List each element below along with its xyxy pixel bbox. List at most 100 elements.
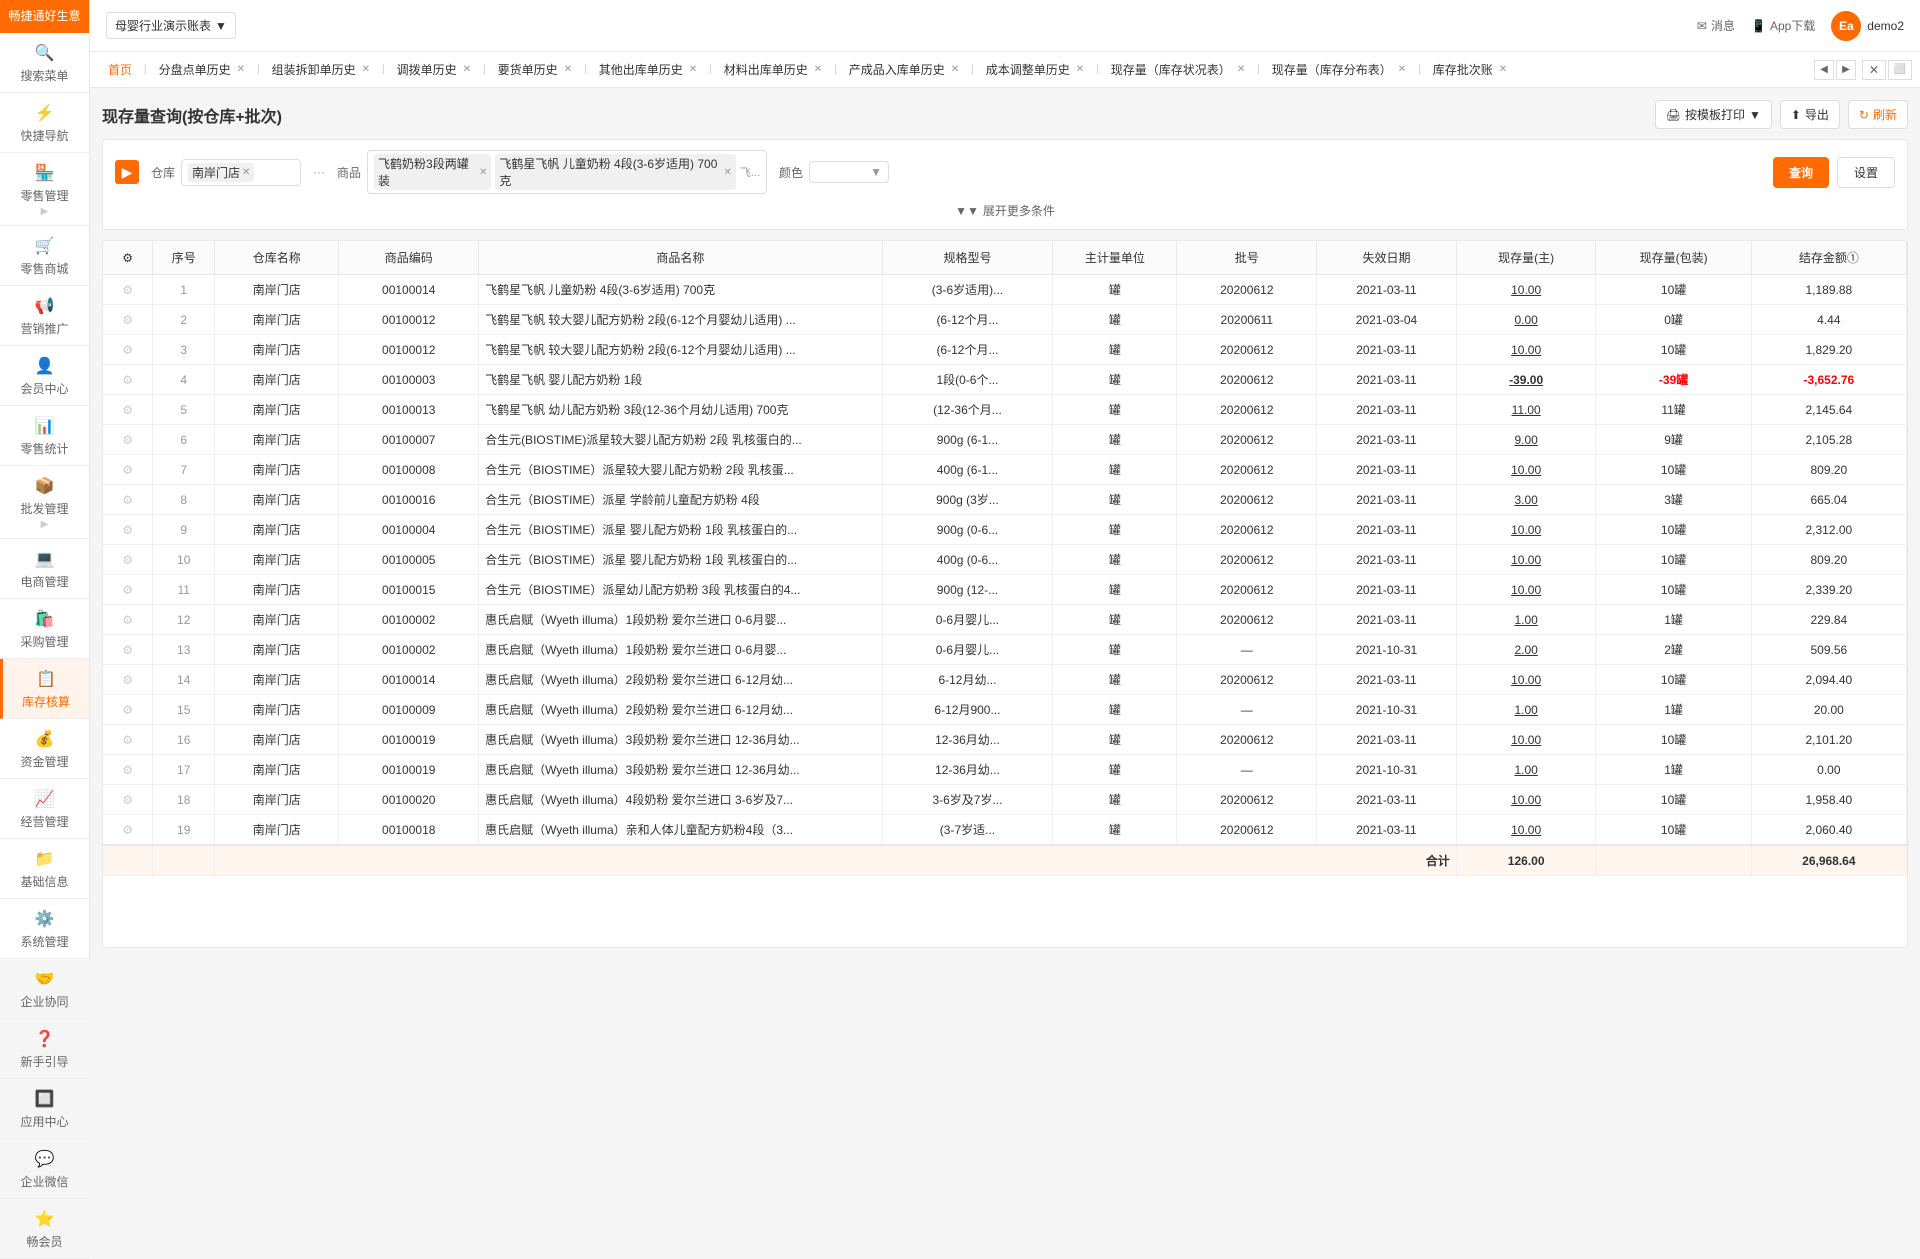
- tab-close-cheng_ben[interactable]: ✕: [1076, 64, 1084, 75]
- row-settings-icon[interactable]: ⚙: [103, 605, 153, 635]
- tab-chan_pin[interactable]: 产成品入库单历史✕: [839, 57, 969, 82]
- row-settings-icon[interactable]: ⚙: [103, 395, 153, 425]
- query-button[interactable]: 查询: [1773, 157, 1829, 188]
- row-qty-main[interactable]: 0.00: [1456, 305, 1596, 335]
- row-settings-icon[interactable]: ⚙: [103, 695, 153, 725]
- row-settings-icon[interactable]: ⚙: [103, 515, 153, 545]
- tab-fen_pan[interactable]: 分盘点单历史✕: [149, 57, 255, 82]
- row-qty-main[interactable]: 10.00: [1456, 455, 1596, 485]
- tab-close-tiao_bo[interactable]: ✕: [463, 64, 471, 75]
- sidebar-item-purchase[interactable]: 🛍️ 采购管理: [0, 599, 89, 659]
- sidebar-item-coop[interactable]: 🤝 企业协同: [0, 959, 89, 1019]
- tab-maximize[interactable]: ⬜: [1888, 60, 1912, 80]
- row-settings-icon[interactable]: ⚙: [103, 785, 153, 815]
- row-settings-icon[interactable]: ⚙: [103, 635, 153, 665]
- sidebar-item-finance[interactable]: 💰 资金管理: [0, 719, 89, 779]
- row-qty-main[interactable]: 10.00: [1456, 275, 1596, 305]
- sidebar-item-apps[interactable]: 🔲 应用中心: [0, 1079, 89, 1139]
- sidebar-item-shortcut[interactable]: ⚡ 快捷导航: [0, 93, 89, 153]
- sidebar-item-base[interactable]: 📁 基础信息: [0, 839, 89, 899]
- tab-cheng_ben[interactable]: 成本调整单历史✕: [976, 57, 1094, 82]
- export-button[interactable]: ⬆ 导出: [1780, 100, 1840, 129]
- row-qty-main[interactable]: 10.00: [1456, 515, 1596, 545]
- tab-cai_liao[interactable]: 材料出库单历史✕: [714, 57, 832, 82]
- sidebar-item-ops[interactable]: 📈 经营管理: [0, 779, 89, 839]
- tab-yao_huo[interactable]: 要货单历史✕: [488, 57, 582, 82]
- row-settings-icon[interactable]: ⚙: [103, 815, 153, 846]
- row-settings-icon[interactable]: ⚙: [103, 725, 153, 755]
- tab-ku_cun_fb[interactable]: 现存量（库存分布表）✕: [1262, 57, 1416, 82]
- sidebar-item-stats[interactable]: 📊 零售统计: [0, 406, 89, 466]
- sidebar-item-inventory[interactable]: 📋 库存核算: [0, 659, 89, 719]
- tab-close-ku_cun_kz[interactable]: ✕: [1237, 64, 1245, 75]
- row-qty-main[interactable]: 10.00: [1456, 575, 1596, 605]
- row-settings-icon[interactable]: ⚙: [103, 305, 153, 335]
- row-qty-main[interactable]: 10.00: [1456, 815, 1596, 846]
- sidebar-item-vip[interactable]: ⭐ 畅会员: [0, 1199, 89, 1259]
- tab-close-current[interactable]: ✕: [1862, 60, 1886, 80]
- row-qty-main[interactable]: 10.00: [1456, 785, 1596, 815]
- row-qty-main[interactable]: 11.00: [1456, 395, 1596, 425]
- product-input[interactable]: 飞鹤奶粉3段两罐装 ✕ 飞鹤星飞帆 儿童奶粉 4段(3-6岁适用) 700克 ✕…: [367, 150, 767, 194]
- row-settings-icon[interactable]: ⚙: [103, 455, 153, 485]
- tab-tiao_bo[interactable]: 调拨单历史✕: [387, 57, 481, 82]
- col-header-settings[interactable]: ⚙: [103, 241, 153, 275]
- tab-close-ku_cun_fb[interactable]: ✕: [1398, 64, 1406, 75]
- sidebar-item-guide[interactable]: ❓ 新手引导: [0, 1019, 89, 1079]
- tab-home[interactable]: 首页: [98, 57, 142, 82]
- row-settings-icon[interactable]: ⚙: [103, 575, 153, 605]
- tab-ku_pi[interactable]: 库存批次账✕: [1423, 57, 1517, 82]
- row-settings-icon[interactable]: ⚙: [103, 365, 153, 395]
- sidebar-item-retail[interactable]: 🏪 零售管理 ▶: [0, 153, 89, 226]
- header-messages[interactable]: ✉ 消息: [1697, 17, 1735, 34]
- tab-close-zu_chai[interactable]: ✕: [362, 64, 370, 75]
- sidebar-item-wholesale[interactable]: 📦 批发管理 ▶: [0, 466, 89, 539]
- row-settings-icon[interactable]: ⚙: [103, 485, 153, 515]
- row-qty-main[interactable]: 10.00: [1456, 545, 1596, 575]
- tab-scroll-right[interactable]: ▶: [1836, 60, 1856, 80]
- row-settings-icon[interactable]: ⚙: [103, 545, 153, 575]
- filter-dots-1[interactable]: ···: [313, 165, 325, 179]
- refresh-button[interactable]: ↻ 刷新: [1848, 100, 1908, 129]
- row-qty-main[interactable]: 1.00: [1456, 695, 1596, 725]
- template-print-button[interactable]: 🖨 按模板打印 ▼: [1655, 100, 1772, 129]
- header-user[interactable]: Ea demo2: [1831, 11, 1904, 41]
- color-input[interactable]: ▼: [809, 161, 889, 183]
- row-qty-main[interactable]: 9.00: [1456, 425, 1596, 455]
- sidebar-item-member[interactable]: 👤 会员中心: [0, 346, 89, 406]
- row-qty-main[interactable]: 2.00: [1456, 635, 1596, 665]
- tab-zu_chai[interactable]: 组装拆卸单历史✕: [262, 57, 380, 82]
- tab-close-cai_liao[interactable]: ✕: [814, 64, 822, 75]
- tab-close-yao_huo[interactable]: ✕: [564, 64, 572, 75]
- header-dropdown[interactable]: 母婴行业演示账表 ▼: [106, 12, 236, 39]
- tab-close-chan_pin[interactable]: ✕: [951, 64, 959, 75]
- row-settings-icon[interactable]: ⚙: [103, 275, 153, 305]
- row-qty-main[interactable]: 1.00: [1456, 605, 1596, 635]
- row-qty-main[interactable]: 10.00: [1456, 725, 1596, 755]
- header-app-download[interactable]: 📱 App下载: [1751, 17, 1815, 34]
- expand-more-button[interactable]: ▼▼ 展开更多条件: [955, 202, 1055, 219]
- tab-close-ku_pi[interactable]: ✕: [1499, 64, 1507, 75]
- tab-ku_cun_kz[interactable]: 现存量（库存状况表）✕: [1101, 57, 1255, 82]
- row-qty-main[interactable]: 10.00: [1456, 665, 1596, 695]
- sidebar-item-marketing[interactable]: 📢 营销推广: [0, 286, 89, 346]
- sidebar-item-wechat[interactable]: 💬 企业微信: [0, 1139, 89, 1199]
- sidebar-item-ecom[interactable]: 💻 电商管理: [0, 539, 89, 599]
- product-tag-1-close[interactable]: ✕: [479, 167, 487, 178]
- row-settings-icon[interactable]: ⚙: [103, 335, 153, 365]
- warehouse-tag-close[interactable]: ✕: [242, 167, 250, 178]
- tab-qi_ta[interactable]: 其他出库单历史✕: [589, 57, 707, 82]
- sidebar-item-system[interactable]: ⚙️ 系统管理: [0, 899, 89, 959]
- tab-close-fen_pan[interactable]: ✕: [237, 64, 245, 75]
- row-settings-icon[interactable]: ⚙: [103, 425, 153, 455]
- row-settings-icon[interactable]: ⚙: [103, 665, 153, 695]
- tab-scroll-left[interactable]: ◀: [1814, 60, 1834, 80]
- product-tag-2-close[interactable]: ✕: [723, 167, 731, 178]
- row-qty-main[interactable]: 3.00: [1456, 485, 1596, 515]
- row-qty-main[interactable]: -39.00: [1456, 365, 1596, 395]
- sidebar-item-search[interactable]: 🔍 搜索菜单: [0, 33, 89, 93]
- sidebar-item-shop[interactable]: 🛒 零售商城: [0, 226, 89, 286]
- row-qty-main[interactable]: 1.00: [1456, 755, 1596, 785]
- settings-button[interactable]: 设置: [1837, 157, 1895, 188]
- filter-expand-button[interactable]: ▶: [115, 160, 139, 184]
